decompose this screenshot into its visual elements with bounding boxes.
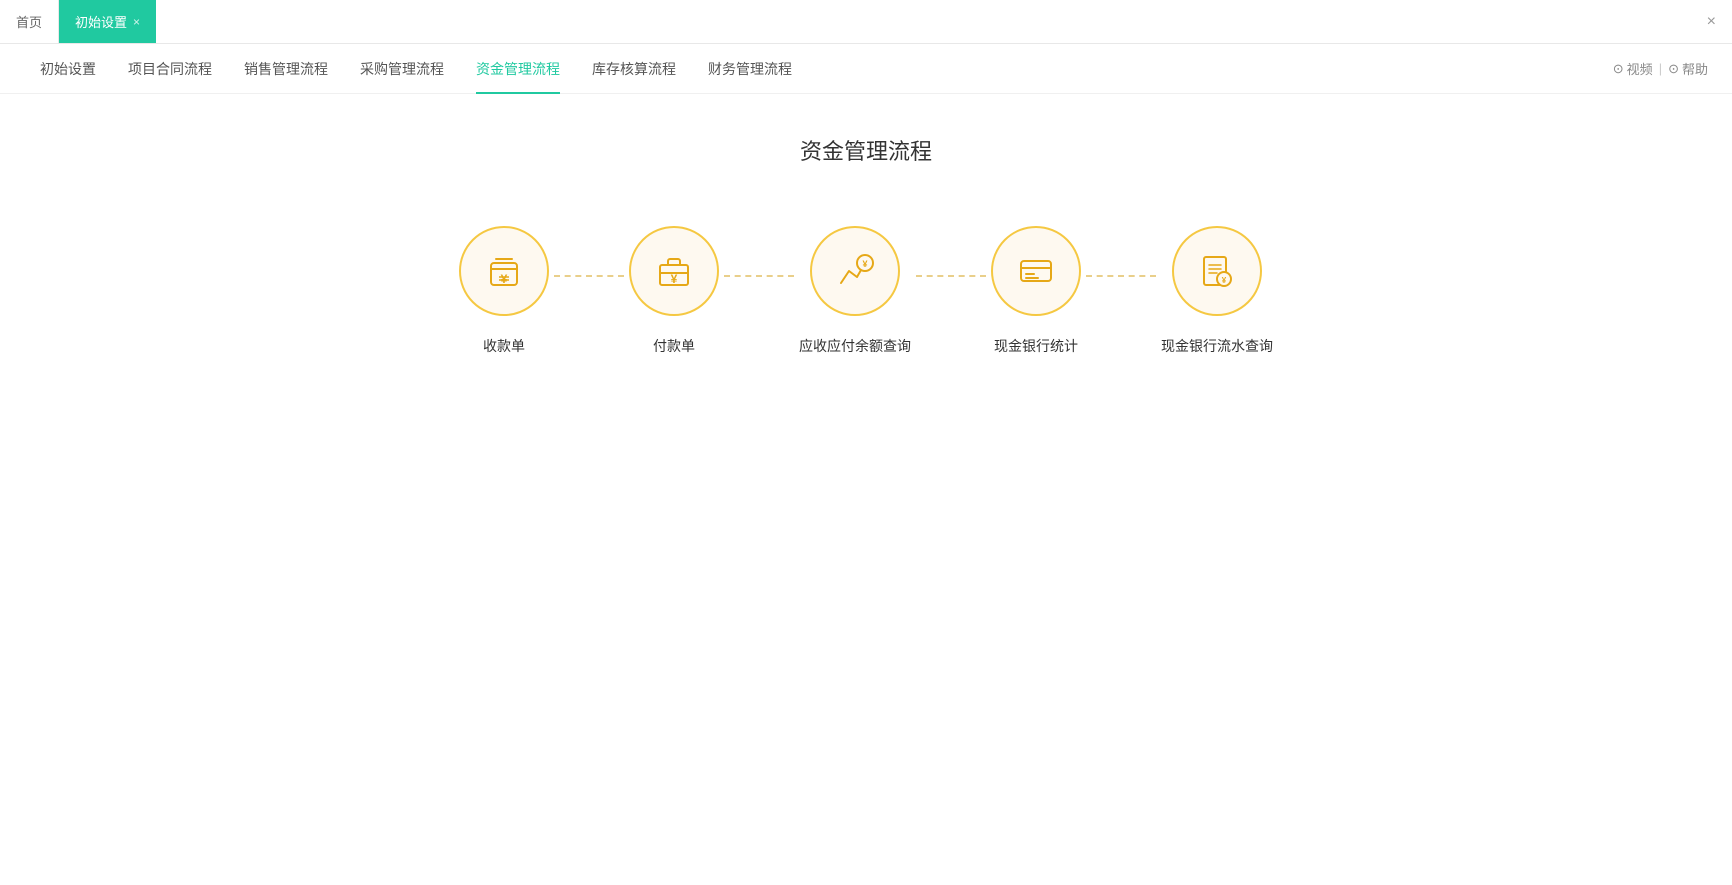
flow-item-balance[interactable]: ¥ 应收应付余额查询 [799,226,911,356]
flow-label-balance: 应收应付余额查询 [799,336,911,356]
nav-right-actions: ⊙ 视频 | ⊙ 帮助 [1613,59,1708,78]
nav-bar: 初始设置 项目合同流程 销售管理流程 采购管理流程 资金管理流程 库存核算流程 … [0,44,1732,94]
flow-circle-payment: ¥ [629,226,719,316]
flow-item-payment[interactable]: ¥ 付款单 [629,226,719,356]
flow-item-receipt[interactable]: ¥ 收款单 [459,226,549,356]
svg-text:¥: ¥ [671,272,678,286]
flow-circle-bank-stat [991,226,1081,316]
flow-circle-bank-flow: ¥ [1172,226,1262,316]
flow-label-receipt: 收款单 [483,336,525,356]
close-window-icon[interactable]: × [1707,13,1716,31]
help-link[interactable]: ⊙ 帮助 [1668,59,1708,78]
flow-circle-receipt: ¥ [459,226,549,316]
flow-item-bank-stat[interactable]: 现金银行统计 [991,226,1081,356]
video-icon: ⊙ [1613,61,1624,77]
nav-item-purchase[interactable]: 采购管理流程 [344,44,460,94]
help-icon: ⊙ [1668,61,1679,77]
home-tab[interactable]: 首页 [0,0,59,43]
nav-item-inventory[interactable]: 库存核算流程 [576,44,692,94]
connector-1 [549,275,629,307]
main-content: 资金管理流程 ¥ 收款单 [0,94,1732,396]
svg-text:¥: ¥ [862,259,867,269]
flow-label-payment: 付款单 [653,336,695,356]
flow-label-bank-stat: 现金银行统计 [994,336,1078,356]
top-bar: 首页 初始设置 × × [0,0,1732,44]
window-controls: × [1707,13,1732,31]
initial-setup-tab[interactable]: 初始设置 × [59,0,156,43]
nav-item-project-contract[interactable]: 项目合同流程 [112,44,228,94]
connector-4 [1081,275,1161,307]
connector-3 [911,275,991,307]
svg-text:¥: ¥ [501,272,508,286]
svg-text:¥: ¥ [1222,276,1227,285]
flow-label-bank-flow: 现金银行流水查询 [1161,336,1273,356]
page-title: 资金管理流程 [800,134,932,166]
nav-item-finance[interactable]: 财务管理流程 [692,44,808,94]
tab-close-icon[interactable]: × [133,15,140,29]
video-link[interactable]: ⊙ 视频 [1613,59,1653,78]
connector-2 [719,275,799,307]
nav-item-initial-setup[interactable]: 初始设置 [24,44,112,94]
flow-circle-balance: ¥ [810,226,900,316]
nav-item-fund[interactable]: 资金管理流程 [460,44,576,94]
flow-container: ¥ 收款单 ¥ 付款单 [459,226,1273,356]
nav-divider: | [1659,61,1662,76]
tab-label: 初始设置 [75,12,127,31]
nav-item-sales[interactable]: 销售管理流程 [228,44,344,94]
flow-item-bank-flow[interactable]: ¥ 现金银行流水查询 [1161,226,1273,356]
